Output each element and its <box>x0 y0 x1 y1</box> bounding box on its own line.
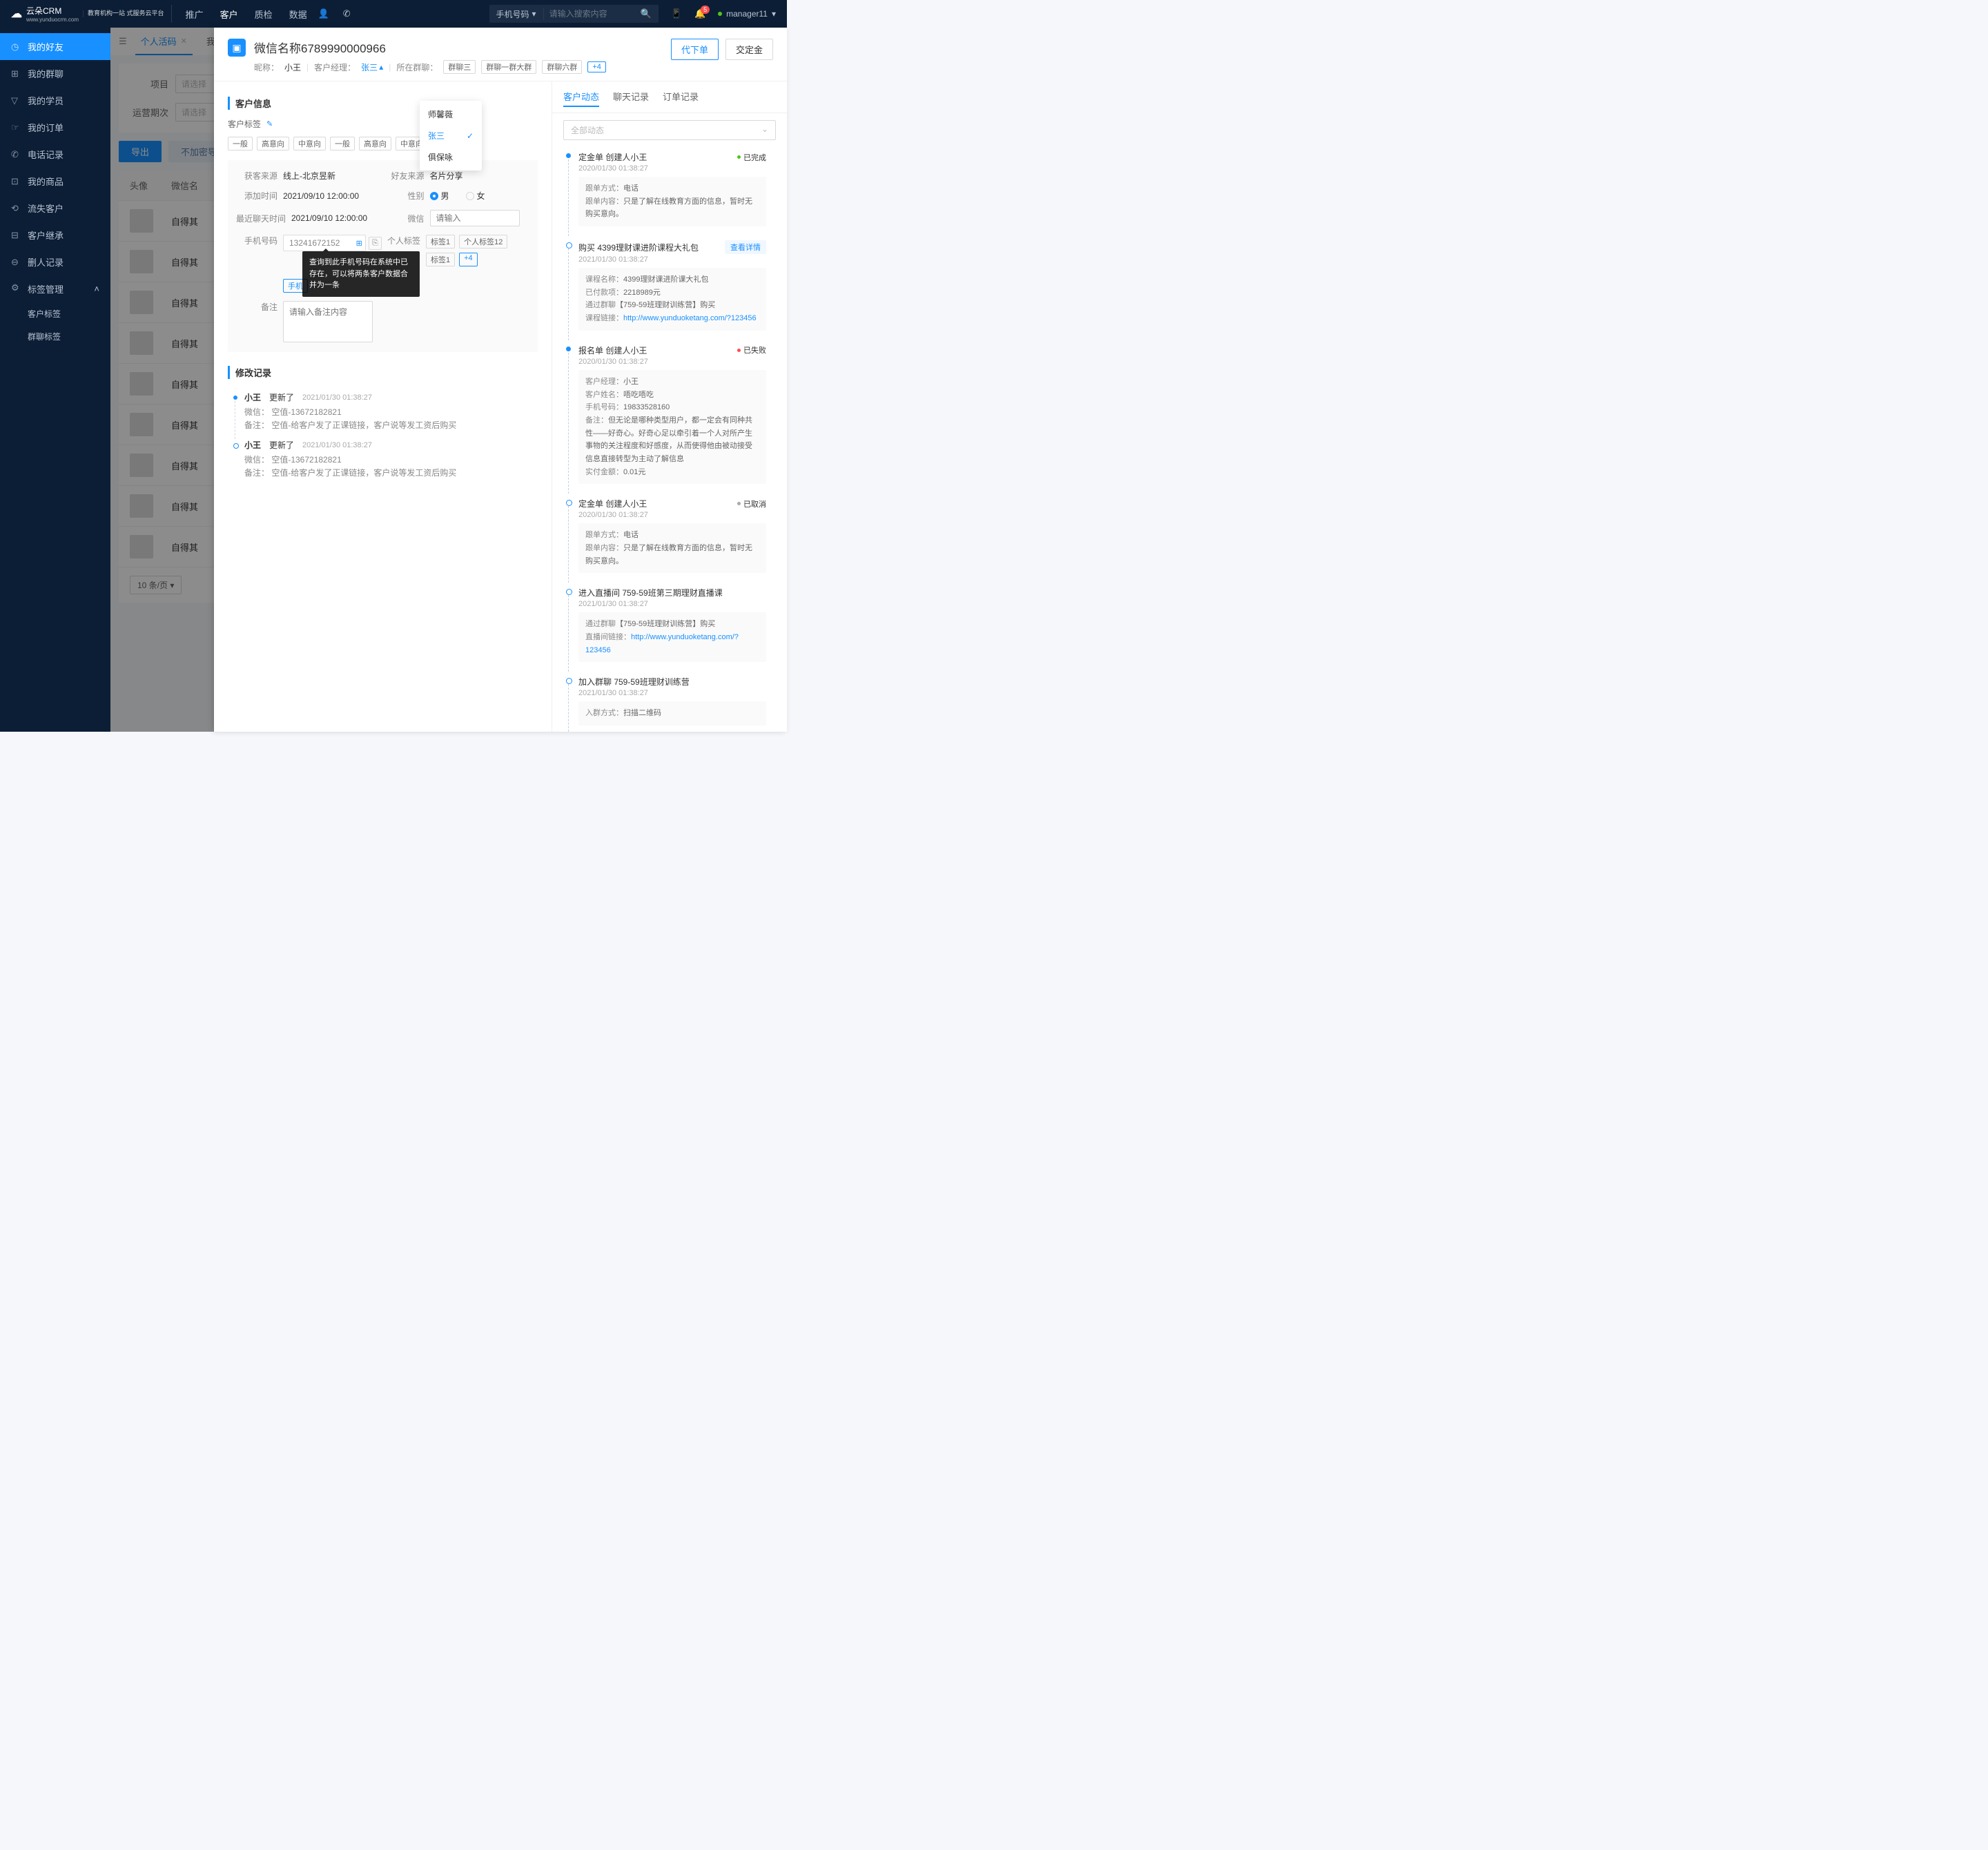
timeline-item: 报名单 创建人小王已失败2020/01/30 01:38:27客户经理：小王客户… <box>563 340 776 494</box>
timeline-item: 定金单 创建人小王已取消2020/01/30 01:38:27跟单方式：电话跟单… <box>563 494 776 583</box>
panel-right: 客户动态 聊天记录 订单记录 全部动态⌄ 定金单 创建人小王已完成2020/01… <box>552 81 787 732</box>
tags-label: 客户标签 <box>228 118 261 130</box>
wechat-icon: ▣ <box>228 39 246 57</box>
logo: ☁ 云朵CRM www.yunduocrm.com 教育机构一站 式服务云平台 <box>11 5 172 23</box>
sec-changes: 修改记录 <box>228 366 538 379</box>
wechat-input[interactable] <box>430 210 520 226</box>
timeline-item: 进入直播间 759-59班第三期理财直播课2021/01/30 01:38:27… <box>563 583 776 672</box>
nick-value: 小王 <box>284 61 301 73</box>
order-button[interactable]: 代下单 <box>671 39 719 60</box>
topbar: ☁ 云朵CRM www.yunduocrm.com 教育机构一站 式服务云平台 … <box>0 0 787 28</box>
chevron-up-icon: ▴ <box>379 62 383 72</box>
chevron-down-icon: ▾ <box>772 9 776 19</box>
dd-item[interactable]: 俱保咏 <box>420 146 482 168</box>
nav-customer[interactable]: 客户 <box>220 8 238 21</box>
top-nav: 推广 客户 质检 数据 <box>186 8 307 21</box>
customer-drawer: ▣ 微信名称6789990000966 昵称：小王 | 客户经理： 张三▴ | … <box>214 28 787 732</box>
expand-icon[interactable]: ⊞ <box>356 239 362 248</box>
group-pill[interactable]: 群聊一群大群 <box>481 60 536 74</box>
check-icon: ✓ <box>467 131 474 141</box>
nick-label: 昵称： <box>254 61 279 73</box>
username: manager11 <box>726 9 768 19</box>
groups-more[interactable]: +4 <box>587 61 606 72</box>
mobile-icon[interactable]: 📱 <box>671 8 682 19</box>
user-icon[interactable]: 👤 <box>318 8 329 19</box>
sidebar-item-groups[interactable]: ⊞我的群聊 <box>0 60 110 87</box>
phone-icon[interactable]: ✆ <box>343 8 351 19</box>
status-dot-icon <box>718 12 722 16</box>
sidebar: ◷我的好友 ⊞我的群聊 ▽我的学员 ☞我的订单 ✆电话记录 ⊡我的商品 ⟲流失客… <box>0 28 110 732</box>
sidebar-sub-group-tags[interactable]: 群聊标签 <box>0 325 110 348</box>
bell-icon[interactable]: 🔔5 <box>694 8 705 19</box>
group-pill[interactable]: 群聊六群 <box>542 60 582 74</box>
search-input[interactable] <box>544 9 634 19</box>
chevron-up-icon: ˄ <box>94 284 99 294</box>
timeline-item: 定金单 创建人小王已完成2020/01/30 01:38:27跟单方式：电话跟单… <box>563 147 776 236</box>
badge-count: 5 <box>701 6 710 14</box>
sidebar-item-goods[interactable]: ⊡我的商品 <box>0 168 110 195</box>
dd-item[interactable]: 张三✓ <box>420 125 482 146</box>
manager-dropdown[interactable]: 张三▴ <box>361 61 383 73</box>
link[interactable]: http://www.yunduoketang.com/?123456 <box>623 314 757 322</box>
groups-label: 所在群聊： <box>396 61 438 73</box>
sidebar-sub-customer-tags[interactable]: 客户标签 <box>0 302 110 325</box>
sidebar-item-students[interactable]: ▽我的学员 <box>0 87 110 114</box>
tag-pill[interactable]: 一般 <box>330 137 355 150</box>
copy-icon[interactable]: ⎘ <box>369 237 382 250</box>
change-item: 小王更新了2021/01/30 01:38:27微信： 空值-136721828… <box>228 435 538 483</box>
dd-item[interactable]: 师馨薇 <box>420 104 482 125</box>
remark-textarea[interactable] <box>283 301 373 342</box>
user-menu[interactable]: manager11 ▾ <box>718 9 776 19</box>
logo-text: 云朵CRM <box>26 5 79 17</box>
change-item: 小王更新了2021/01/30 01:38:27微信： 空值-136721828… <box>228 387 538 435</box>
nav-promo[interactable]: 推广 <box>186 8 204 21</box>
nav-qc[interactable]: 质检 <box>255 8 273 21</box>
tag-pill[interactable]: 一般 <box>228 137 253 150</box>
mgr-label: 客户经理： <box>314 61 355 73</box>
search: 手机号码▾ 🔍 <box>489 5 659 23</box>
clock-icon: ◷ <box>11 41 21 52</box>
tag-pill[interactable]: 高意向 <box>359 137 391 150</box>
activity-filter-select[interactable]: 全部动态⌄ <box>563 120 776 140</box>
search-icon[interactable]: 🔍 <box>634 8 659 19</box>
group-pill[interactable]: 群聊三 <box>443 60 476 74</box>
tag-pill[interactable]: 高意向 <box>257 137 289 150</box>
timeline-item: 购买 4399理财课进阶课程大礼包查看详情2021/01/30 01:38:27… <box>563 236 776 340</box>
chevron-down-icon: ⌄ <box>761 124 768 136</box>
nav-data[interactable]: 数据 <box>289 8 307 21</box>
manager-dropdown-menu: 师馨薇 张三✓ 俱保咏 <box>420 101 482 171</box>
gender-female-radio[interactable]: 女 <box>466 190 485 202</box>
rtab-orders[interactable]: 订单记录 <box>663 87 699 107</box>
rtab-chat[interactable]: 聊天记录 <box>613 87 649 107</box>
sidebar-item-tags[interactable]: ⚙标签管理˄ <box>0 275 110 302</box>
sec-customer-info: 客户信息 <box>228 97 538 110</box>
timeline-item: 加入群聊 759-59班理财训练营2021/01/30 01:38:27入群方式… <box>563 672 776 732</box>
sidebar-item-inherit[interactable]: ⊟客户继承 <box>0 222 110 249</box>
deposit-button[interactable]: 交定金 <box>725 39 773 60</box>
rtab-activity[interactable]: 客户动态 <box>563 87 599 107</box>
chevron-down-icon: ▾ <box>532 9 536 19</box>
cloud-icon: ☁ <box>11 7 22 21</box>
search-type-select[interactable]: 手机号码▾ <box>489 8 544 20</box>
phone-tooltip: 查询到此手机号码在系统中已存在，可以将两条客户数据合并为一条 <box>302 251 420 297</box>
gender-male-radio[interactable]: 男 <box>430 190 449 202</box>
drawer-title: 微信名称6789990000966 <box>254 39 663 56</box>
sidebar-item-lost[interactable]: ⟲流失客户 <box>0 195 110 222</box>
sidebar-item-orders[interactable]: ☞我的订单 <box>0 114 110 141</box>
edit-icon[interactable]: ✎ <box>266 119 273 128</box>
panel-left: 客户信息 客户标签✎ 一般高意向中意向一般高意向中意向+4 获客来源线上-北京昱… <box>214 81 552 732</box>
main: ☰ 个人活码✕ 我 项目请选择 运营期次请选择 导出 不加密导出 头像微信名 自… <box>110 28 787 732</box>
logo-sub: 教育机构一站 式服务云平台 <box>83 10 164 17</box>
sidebar-item-delete[interactable]: ⊖删人记录 <box>0 249 110 275</box>
sidebar-item-calls[interactable]: ✆电话记录 <box>0 141 110 168</box>
sidebar-item-friends[interactable]: ◷我的好友 <box>0 33 110 60</box>
view-detail-button[interactable]: 查看详情 <box>725 240 766 254</box>
tag-pill[interactable]: 中意向 <box>293 137 326 150</box>
